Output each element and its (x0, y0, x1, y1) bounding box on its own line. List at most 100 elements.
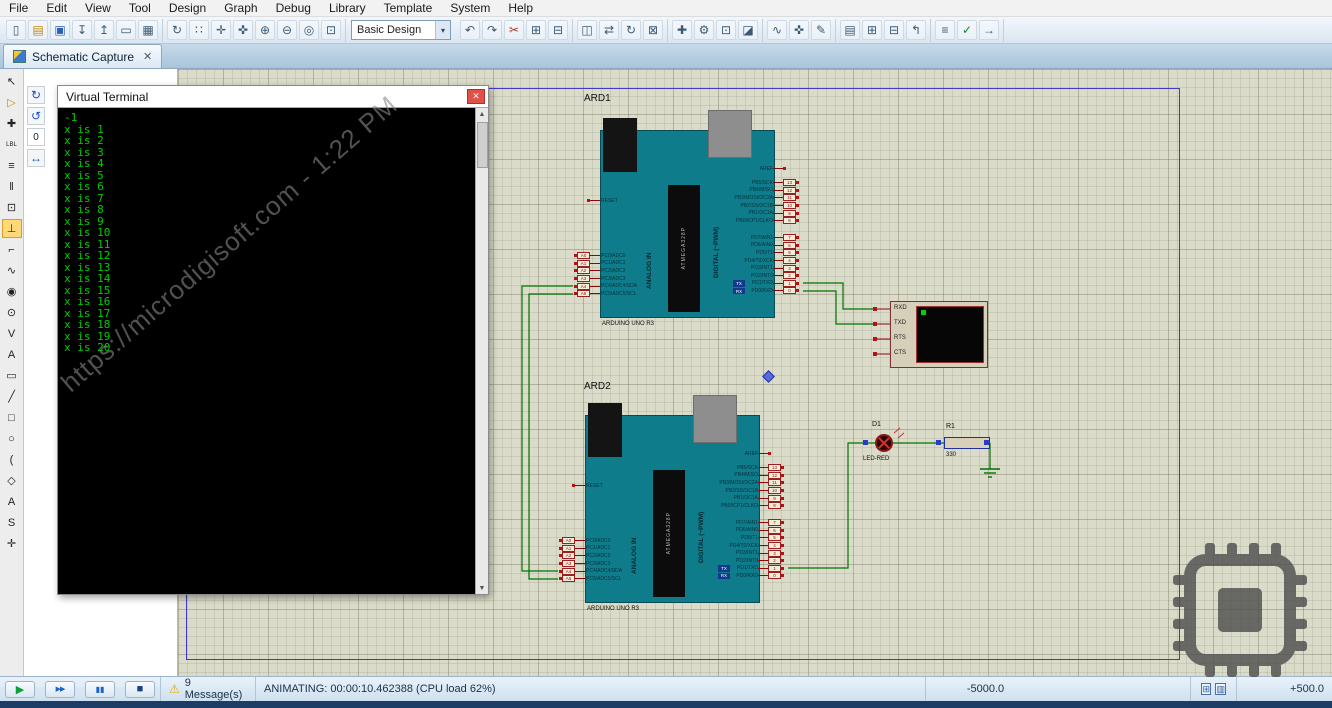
menu-debug[interactable]: Debug (267, 0, 320, 16)
pin-number[interactable]: 7 (783, 234, 796, 242)
export-icon[interactable]: ↥ (94, 20, 114, 40)
pin-pad[interactable] (781, 544, 784, 548)
new-file-icon[interactable]: ▯ (6, 20, 26, 40)
zoom-in-icon[interactable]: ⊕ (255, 20, 275, 40)
menu-template[interactable]: Template (375, 0, 442, 16)
origin-icon[interactable]: ✛ (211, 20, 231, 40)
mark-area-icon[interactable]: ▦ (138, 20, 158, 40)
pin-number[interactable]: A2 (577, 267, 590, 275)
zoom-area-icon[interactable]: ⊡ (321, 20, 341, 40)
pin-number[interactable]: 10 (783, 202, 796, 210)
pin-pad[interactable] (781, 521, 784, 525)
junction-pad[interactable] (984, 440, 989, 445)
junction-pad[interactable] (863, 440, 868, 445)
pin-pad[interactable] (768, 452, 771, 456)
pause-button[interactable]: ▮▮ (85, 680, 115, 698)
pin-pad[interactable] (796, 243, 799, 247)
make-device-icon[interactable]: ⚙ (694, 20, 714, 40)
redraw-icon[interactable]: ↻ (167, 20, 187, 40)
pin-pad[interactable] (796, 188, 799, 192)
tab-close-icon[interactable]: ✕ (143, 50, 152, 63)
tape-mode-icon[interactable]: ◉ (2, 282, 22, 301)
pin-number[interactable]: 3 (768, 549, 781, 557)
pin-pad[interactable] (781, 528, 784, 532)
led-d1[interactable] (875, 434, 893, 452)
led-ref-label[interactable]: D1 (872, 421, 881, 428)
zoom-all-icon[interactable]: ◎ (299, 20, 319, 40)
pin-pad[interactable] (796, 281, 799, 285)
bus-mode-icon[interactable]: ‖ (2, 177, 22, 196)
pin-number[interactable]: 2 (768, 557, 781, 565)
ard2-ref-label[interactable]: ARD2 (584, 381, 611, 392)
grid-toggle-icon[interactable]: ∷ (189, 20, 209, 40)
box-mode-icon[interactable]: □ (2, 408, 22, 427)
pin-number[interactable]: 1 (783, 279, 796, 287)
pin-number[interactable]: A5 (562, 575, 575, 583)
erc-icon[interactable]: ✓ (957, 20, 977, 40)
graph-mode-icon[interactable]: ∿ (2, 261, 22, 280)
pin-number[interactable]: A4 (562, 567, 575, 575)
cut-icon[interactable]: ✂ (504, 20, 524, 40)
junction-mode-icon[interactable]: ✚ (2, 114, 22, 133)
pin-number[interactable]: A3 (577, 275, 590, 283)
packaging-icon[interactable]: ⊡ (716, 20, 736, 40)
menu-help[interactable]: Help (499, 0, 542, 16)
pin-number[interactable]: 13 (783, 179, 796, 187)
generator-mode-icon[interactable]: ⊙ (2, 303, 22, 322)
undo-icon[interactable]: ↶ (460, 20, 480, 40)
symbol-mode-icon[interactable]: S (2, 513, 22, 532)
pin-number[interactable]: A0 (562, 537, 575, 545)
vt-titlebar[interactable]: Virtual Terminal ✕ (58, 86, 488, 108)
block-move-icon[interactable]: ⇄ (599, 20, 619, 40)
menu-tool[interactable]: Tool (120, 0, 160, 16)
menu-library[interactable]: Library (320, 0, 375, 16)
text-mode-icon[interactable]: A (2, 492, 22, 511)
pin-number[interactable]: A1 (577, 259, 590, 267)
rotate-clockwise-icon[interactable]: ↻ (27, 86, 45, 104)
save-file-icon[interactable]: ▣ (50, 20, 70, 40)
pin-number[interactable]: A1 (562, 544, 575, 552)
pin-number[interactable]: 2 (783, 272, 796, 280)
marker-mode-icon[interactable]: ✛ (2, 534, 22, 553)
stop-button[interactable]: ■ (125, 680, 155, 698)
pin-number[interactable]: 13 (768, 464, 781, 472)
selection-mode-icon[interactable]: ↖ (2, 72, 22, 91)
pin-number[interactable]: 5 (783, 249, 796, 257)
pin-pad[interactable] (796, 196, 799, 200)
design-explorer-icon[interactable]: ▤ (840, 20, 860, 40)
bom-icon[interactable]: ≡ (935, 20, 955, 40)
pin-number[interactable]: 4 (783, 257, 796, 265)
instrument-mode-icon[interactable]: ▭ (2, 366, 22, 385)
messages-cell[interactable]: ⚠ 9 Message(s) (160, 677, 255, 701)
pick-parts-icon[interactable]: ✚ (672, 20, 692, 40)
script-mode-icon[interactable]: ≡ (2, 156, 22, 175)
pin-number[interactable]: 7 (768, 519, 781, 527)
arc-mode-icon[interactable]: ( (2, 450, 22, 469)
play-button[interactable]: ▶ (5, 680, 35, 698)
pin-pad[interactable] (781, 466, 784, 470)
pin-pad[interactable] (796, 181, 799, 185)
pin-number[interactable]: 11 (783, 194, 796, 202)
pin-number[interactable]: 0 (783, 287, 796, 295)
pan-icon[interactable]: ✜ (233, 20, 253, 40)
property-assign-icon[interactable]: ✎ (811, 20, 831, 40)
block-delete-icon[interactable]: ⊠ (643, 20, 663, 40)
menu-file[interactable]: File (0, 0, 37, 16)
rotate-anticlockwise-icon[interactable]: ↺ (27, 107, 45, 125)
pin-pad[interactable] (781, 559, 784, 563)
pin-number[interactable]: A0 (577, 252, 590, 260)
scroll-down-icon[interactable]: ▼ (479, 582, 486, 594)
pin-number[interactable]: 8 (783, 217, 796, 225)
scroll-thumb[interactable] (476, 122, 488, 168)
pin-number[interactable]: 8 (768, 502, 781, 510)
line-mode-icon[interactable]: ╱ (2, 387, 22, 406)
pin-pad[interactable] (781, 574, 784, 578)
netlist-icon[interactable]: → (979, 20, 999, 40)
pin-pad[interactable] (796, 289, 799, 293)
pin-pad[interactable] (781, 489, 784, 493)
pin-pad[interactable] (796, 211, 799, 215)
status-grid-icon[interactable]: ⊞ (1201, 683, 1212, 695)
menu-edit[interactable]: Edit (37, 0, 76, 16)
decompose-icon[interactable]: ◪ (738, 20, 758, 40)
vt-scrollbar[interactable]: ▲ ▼ (475, 108, 488, 594)
